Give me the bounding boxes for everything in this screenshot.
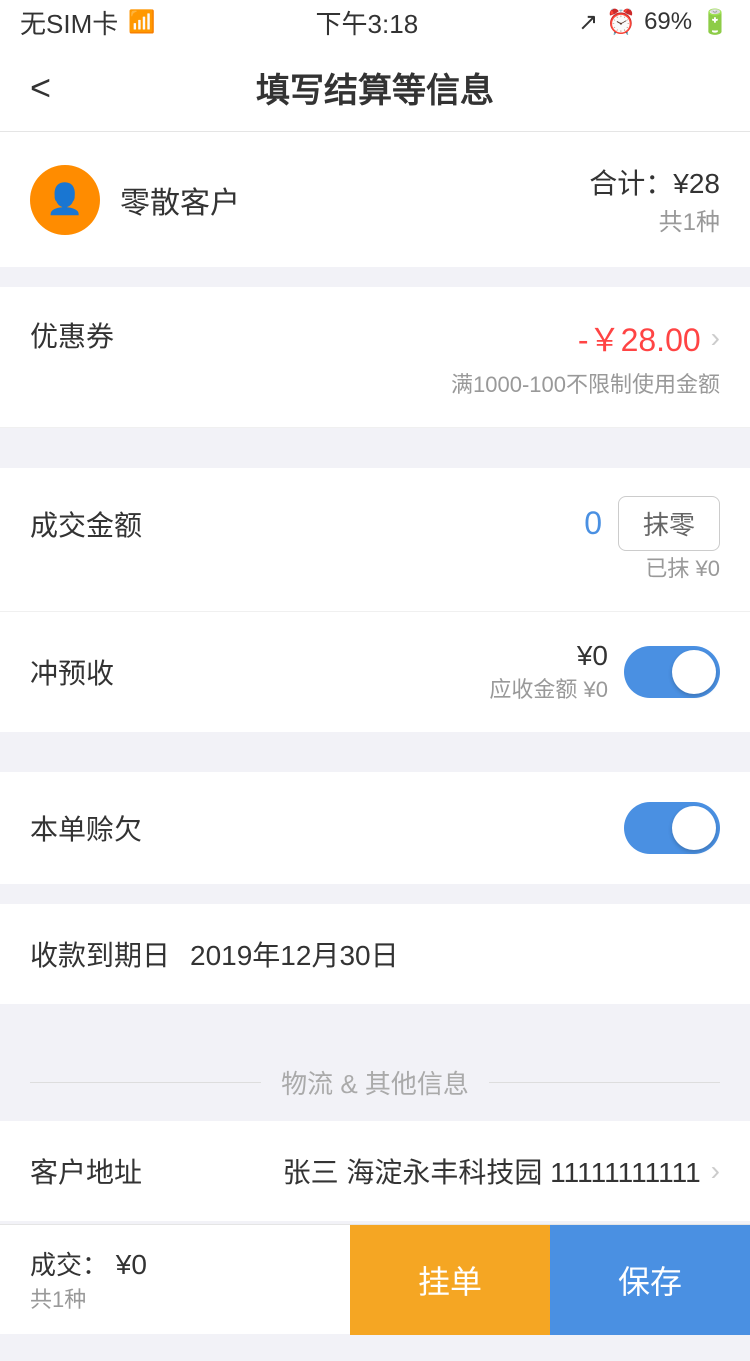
total-count: 共1种: [589, 202, 720, 237]
status-left: 无SIM卡 📶: [20, 4, 156, 41]
address-right: 张三 海淀永丰科技园 11111111111 ›: [253, 1151, 720, 1191]
status-time: 下午3:18: [316, 4, 419, 41]
address-label: 客户地址: [30, 1151, 142, 1191]
page-title: 填写结算等信息: [256, 63, 494, 112]
deal-amount-sub: 已抹 ¥0: [645, 556, 720, 581]
status-bar: 无SIM卡 📶 下午3:18 ↗ ⏰ 69% 🔋: [0, 0, 750, 44]
save-button[interactable]: 保存: [550, 1225, 750, 1335]
back-button[interactable]: <: [30, 57, 71, 119]
prepay-sub: 应收金额 ¥0: [489, 677, 608, 702]
prepay-amount-col: ¥0 应收金额 ¥0: [489, 640, 608, 704]
due-date-value: 2019年12月30日: [190, 934, 399, 974]
bottom-deal-row: 成交： ¥0: [30, 1245, 320, 1282]
coupon-label: 优惠券: [30, 315, 114, 355]
customer-name: 零散客户: [120, 178, 240, 222]
chevron-right-icon: ›: [711, 322, 720, 354]
chevron-address-icon: ›: [711, 1155, 720, 1187]
bottom-count: 共1种: [30, 1282, 320, 1314]
total-amount: 合计：¥28: [589, 162, 720, 202]
deal-right: 0 抹零: [562, 496, 720, 551]
bottom-deal-value: ¥0: [116, 1249, 147, 1280]
battery-text: 69%: [644, 8, 692, 36]
coupon-desc: 满1000-100不限制使用金额: [30, 367, 720, 399]
deal-amount-value: 0: [562, 505, 602, 542]
avatar-icon: 👤: [46, 182, 83, 217]
address-value: 张三 海淀永丰科技园 11111111111: [283, 1151, 701, 1191]
deal-amount-row: 成交金额 0 抹零 已抹 ¥0: [0, 468, 750, 612]
battery-icon: 🔋: [700, 8, 730, 37]
prepay-amount: ¥0: [489, 640, 608, 672]
wifi-icon: 📶: [128, 9, 155, 35]
round-button[interactable]: 抹零: [618, 496, 720, 551]
coupon-section[interactable]: 优惠券 -￥28.00 › 满1000-100不限制使用金额: [0, 287, 750, 428]
due-date-section: 收款到期日 2019年12月30日: [0, 904, 750, 1004]
status-right: ↗ ⏰ 69% 🔋: [578, 8, 730, 37]
prepay-label: 冲预收: [30, 652, 114, 692]
customer-left: 👤 零散客户: [30, 165, 240, 235]
alarm-icon: ⏰: [606, 8, 636, 37]
coupon-amount: -￥28.00: [578, 315, 701, 361]
location-icon: ↗: [578, 8, 598, 37]
logistics-label: 物流 & 其他信息: [281, 1064, 469, 1101]
coupon-right: -￥28.00 ›: [578, 315, 720, 361]
debt-toggle-knob: [672, 806, 716, 850]
debt-section: 本单赊欠: [0, 772, 750, 884]
deal-prepay-section: 成交金额 0 抹零 已抹 ¥0 冲预收 ¥0 应收金额 ¥0: [0, 468, 750, 732]
toggle-knob: [672, 650, 716, 694]
address-section: 客户地址 张三 海淀永丰科技园 11111111111 ›: [0, 1121, 750, 1221]
divider-line-right: [489, 1082, 720, 1083]
deal-amount-label: 成交金额: [30, 504, 142, 544]
prepay-right: ¥0 应收金额 ¥0: [489, 640, 720, 704]
prepay-toggle[interactable]: [624, 646, 720, 698]
save-label: 保存: [618, 1257, 682, 1303]
bottom-info: 成交： ¥0 共1种: [0, 1245, 350, 1314]
avatar: 👤: [30, 165, 100, 235]
hang-single-button[interactable]: 挂单: [350, 1225, 550, 1335]
customer-section: 👤 零散客户 合计：¥28 共1种: [0, 132, 750, 267]
divider-2: [0, 752, 750, 772]
address-row[interactable]: 客户地址 张三 海淀永丰科技园 11111111111 ›: [0, 1121, 750, 1221]
hang-single-label: 挂单: [418, 1257, 482, 1303]
debt-toggle[interactable]: [624, 802, 720, 854]
divider-1: [0, 448, 750, 468]
debt-label: 本单赊欠: [30, 808, 142, 848]
nav-bar: < 填写结算等信息: [0, 44, 750, 132]
bottom-bar: 成交： ¥0 共1种 挂单 保存: [0, 1224, 750, 1334]
bottom-deal-label: 成交：: [30, 1250, 108, 1280]
divider-3: [0, 1024, 750, 1044]
due-date-row: 收款到期日 2019年12月30日: [30, 934, 720, 974]
main-content: 👤 零散客户 合计：¥28 共1种 优惠券 -￥28.00 › 满1000-10…: [0, 132, 750, 1361]
divider-line-left: [30, 1082, 261, 1083]
prepay-row: 冲预收 ¥0 应收金额 ¥0: [0, 612, 750, 732]
customer-right: 合计：¥28 共1种: [589, 162, 720, 237]
logistics-divider: 物流 & 其他信息: [0, 1044, 750, 1121]
customer-row: 👤 零散客户 合计：¥28 共1种: [0, 132, 750, 267]
signal-text: 无SIM卡: [20, 4, 118, 41]
due-date-label: 收款到期日: [30, 934, 170, 974]
